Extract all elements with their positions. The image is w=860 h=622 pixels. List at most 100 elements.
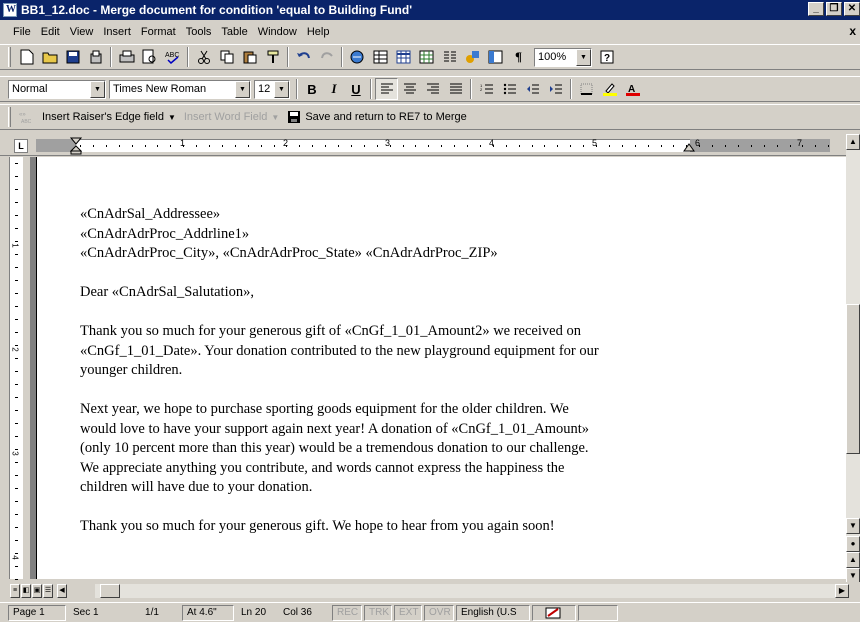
scroll-up-icon[interactable]: ▲ bbox=[846, 134, 860, 150]
merge-field-address-line[interactable]: «CnAdrAdrProc_Addrline1» bbox=[80, 225, 800, 245]
status-overtype[interactable]: OVR bbox=[424, 604, 454, 621]
numbering-icon[interactable]: 12 bbox=[475, 78, 498, 100]
chevron-down-icon[interactable]: ▼ bbox=[90, 80, 105, 98]
menu-help[interactable]: Help bbox=[302, 26, 335, 38]
horizontal-scroll-thumb[interactable] bbox=[100, 584, 120, 598]
save-and-return-button[interactable]: Save and return to RE7 to Merge bbox=[283, 106, 470, 128]
chevron-down-icon[interactable]: ▼ bbox=[274, 80, 289, 98]
columns-icon[interactable] bbox=[438, 46, 461, 68]
font-select[interactable]: Times New Roman ▼ bbox=[109, 79, 251, 99]
print-layout-view-icon[interactable]: ▣ bbox=[32, 584, 42, 598]
status-track-changes[interactable]: TRK bbox=[364, 604, 392, 621]
tab-selector-button[interactable]: L bbox=[14, 139, 28, 153]
restore-button[interactable]: ❐ bbox=[826, 2, 842, 16]
vertical-scroll-thumb[interactable] bbox=[846, 304, 860, 454]
next-year-paragraph[interactable]: Next year, we hope to purchase sporting … bbox=[80, 400, 800, 498]
spelling-status-icon[interactable] bbox=[532, 604, 576, 621]
increase-indent-icon[interactable] bbox=[544, 78, 567, 100]
minimize-button[interactable]: _ bbox=[808, 2, 824, 16]
zoom-select[interactable]: 100% ▼ bbox=[534, 47, 592, 67]
insert-table-icon[interactable] bbox=[392, 46, 415, 68]
scroll-left-icon[interactable]: ◀ bbox=[57, 584, 67, 598]
bullets-icon[interactable] bbox=[498, 78, 521, 100]
chevron-down-icon[interactable]: ▼ bbox=[576, 48, 591, 66]
paste-icon[interactable] bbox=[238, 46, 261, 68]
insert-excel-icon[interactable] bbox=[415, 46, 438, 68]
document-map-icon[interactable] bbox=[484, 46, 507, 68]
drawing-icon[interactable] bbox=[461, 46, 484, 68]
vertical-ruler[interactable]: 1 2 3 4 bbox=[6, 157, 26, 580]
style-select[interactable]: Normal ▼ bbox=[8, 79, 106, 99]
previous-page-icon[interactable]: ▲ bbox=[846, 552, 860, 568]
merge-field-addressee[interactable]: «CnAdrSal_Addressee» bbox=[80, 205, 800, 225]
italic-button[interactable]: I bbox=[323, 78, 345, 100]
horizontal-scrollbar[interactable]: ≡ ◧ ▣ ☰ ◀ ▶ bbox=[0, 582, 860, 600]
menu-edit[interactable]: Edit bbox=[36, 26, 65, 38]
vertical-ruler-track[interactable] bbox=[9, 157, 23, 579]
chevron-down-icon[interactable]: ▼ bbox=[235, 80, 250, 98]
status-extend-selection[interactable]: EXT bbox=[394, 604, 422, 621]
print-preview-icon[interactable] bbox=[138, 46, 161, 68]
menu-file[interactable]: File bbox=[8, 26, 36, 38]
salutation-paragraph[interactable]: Dear «CnAdrSal_Salutation», bbox=[80, 283, 800, 303]
print-icon[interactable] bbox=[115, 46, 138, 68]
underline-button[interactable]: U bbox=[345, 78, 367, 100]
menu-window[interactable]: Window bbox=[253, 26, 302, 38]
menu-format[interactable]: Format bbox=[136, 26, 181, 38]
decrease-indent-icon[interactable] bbox=[521, 78, 544, 100]
open-folder-icon[interactable] bbox=[38, 46, 61, 68]
undo-icon[interactable] bbox=[292, 46, 315, 68]
horizontal-ruler[interactable]: L 1 2 3 4 5 6 7 bbox=[0, 134, 860, 156]
menu-tools[interactable]: Tools bbox=[181, 26, 217, 38]
web-layout-view-icon[interactable]: ◧ bbox=[21, 584, 31, 598]
ruler-tick bbox=[596, 145, 597, 147]
permission-icon[interactable] bbox=[84, 46, 107, 68]
horizontal-scroll-track[interactable] bbox=[95, 584, 835, 598]
bold-button[interactable]: B bbox=[301, 78, 323, 100]
closing-paragraph[interactable]: Thank you so much for your generous gift… bbox=[80, 517, 800, 537]
borders-icon[interactable] bbox=[575, 78, 598, 100]
save-disk-icon[interactable] bbox=[61, 46, 84, 68]
new-document-icon[interactable] bbox=[15, 46, 38, 68]
tables-borders-icon[interactable] bbox=[369, 46, 392, 68]
align-center-icon[interactable] bbox=[398, 78, 421, 100]
select-browse-object-icon[interactable]: ● bbox=[846, 536, 860, 552]
document-body[interactable]: «CnAdrSal_Addressee» «CnAdrAdrProc_Addrl… bbox=[80, 205, 800, 556]
menu-insert[interactable]: Insert bbox=[98, 26, 136, 38]
font-size-select[interactable]: 12 ▼ bbox=[254, 79, 290, 99]
copy-icon[interactable] bbox=[215, 46, 238, 68]
insert-word-field-button[interactable]: Insert Word Field ▼ bbox=[180, 106, 283, 128]
hyperlink-icon[interactable] bbox=[346, 46, 369, 68]
status-record-macro[interactable]: REC bbox=[332, 604, 362, 621]
align-left-icon[interactable] bbox=[375, 78, 398, 100]
close-document-icon[interactable]: x bbox=[849, 24, 856, 38]
show-hide-icon[interactable]: ¶ bbox=[507, 46, 530, 68]
status-language[interactable]: English (U.S bbox=[456, 604, 530, 621]
menu-table[interactable]: Table bbox=[216, 26, 252, 38]
toolbar-grip[interactable] bbox=[8, 47, 11, 67]
menu-view[interactable]: View bbox=[65, 26, 99, 38]
vruler-tick bbox=[15, 254, 18, 255]
redo-icon[interactable] bbox=[315, 46, 338, 68]
right-indent-marker[interactable] bbox=[683, 143, 695, 153]
insert-raisers-edge-field-button[interactable]: Insert Raiser's Edge field ▼ bbox=[38, 106, 180, 128]
vertical-scrollbar[interactable]: ▲ ▼ ● ▲ ▼ bbox=[846, 134, 860, 600]
justify-icon[interactable] bbox=[444, 78, 467, 100]
word-app-icon[interactable] bbox=[3, 3, 17, 17]
scroll-down-icon[interactable]: ▼ bbox=[846, 518, 860, 534]
highlight-icon[interactable] bbox=[598, 78, 621, 100]
spelling-icon[interactable]: ABC bbox=[161, 46, 184, 68]
format-painter-icon[interactable] bbox=[261, 46, 284, 68]
help-icon[interactable]: ? bbox=[595, 46, 618, 68]
outline-view-icon[interactable]: ☰ bbox=[43, 584, 53, 598]
cut-icon[interactable] bbox=[192, 46, 215, 68]
align-right-icon[interactable] bbox=[421, 78, 444, 100]
font-color-icon[interactable]: A bbox=[621, 78, 644, 100]
close-button[interactable]: ✕ bbox=[844, 2, 860, 16]
merge-field-city-state-zip[interactable]: «CnAdrAdrProc_City», «CnAdrAdrProc_State… bbox=[80, 244, 800, 264]
normal-view-icon[interactable]: ≡ bbox=[10, 584, 20, 598]
thank-you-paragraph[interactable]: Thank you so much for your generous gift… bbox=[80, 322, 800, 381]
toolbar-grip[interactable] bbox=[8, 107, 11, 127]
field-codes-icon[interactable]: «» ABC bbox=[15, 106, 38, 128]
scroll-right-icon[interactable]: ▶ bbox=[835, 584, 849, 598]
